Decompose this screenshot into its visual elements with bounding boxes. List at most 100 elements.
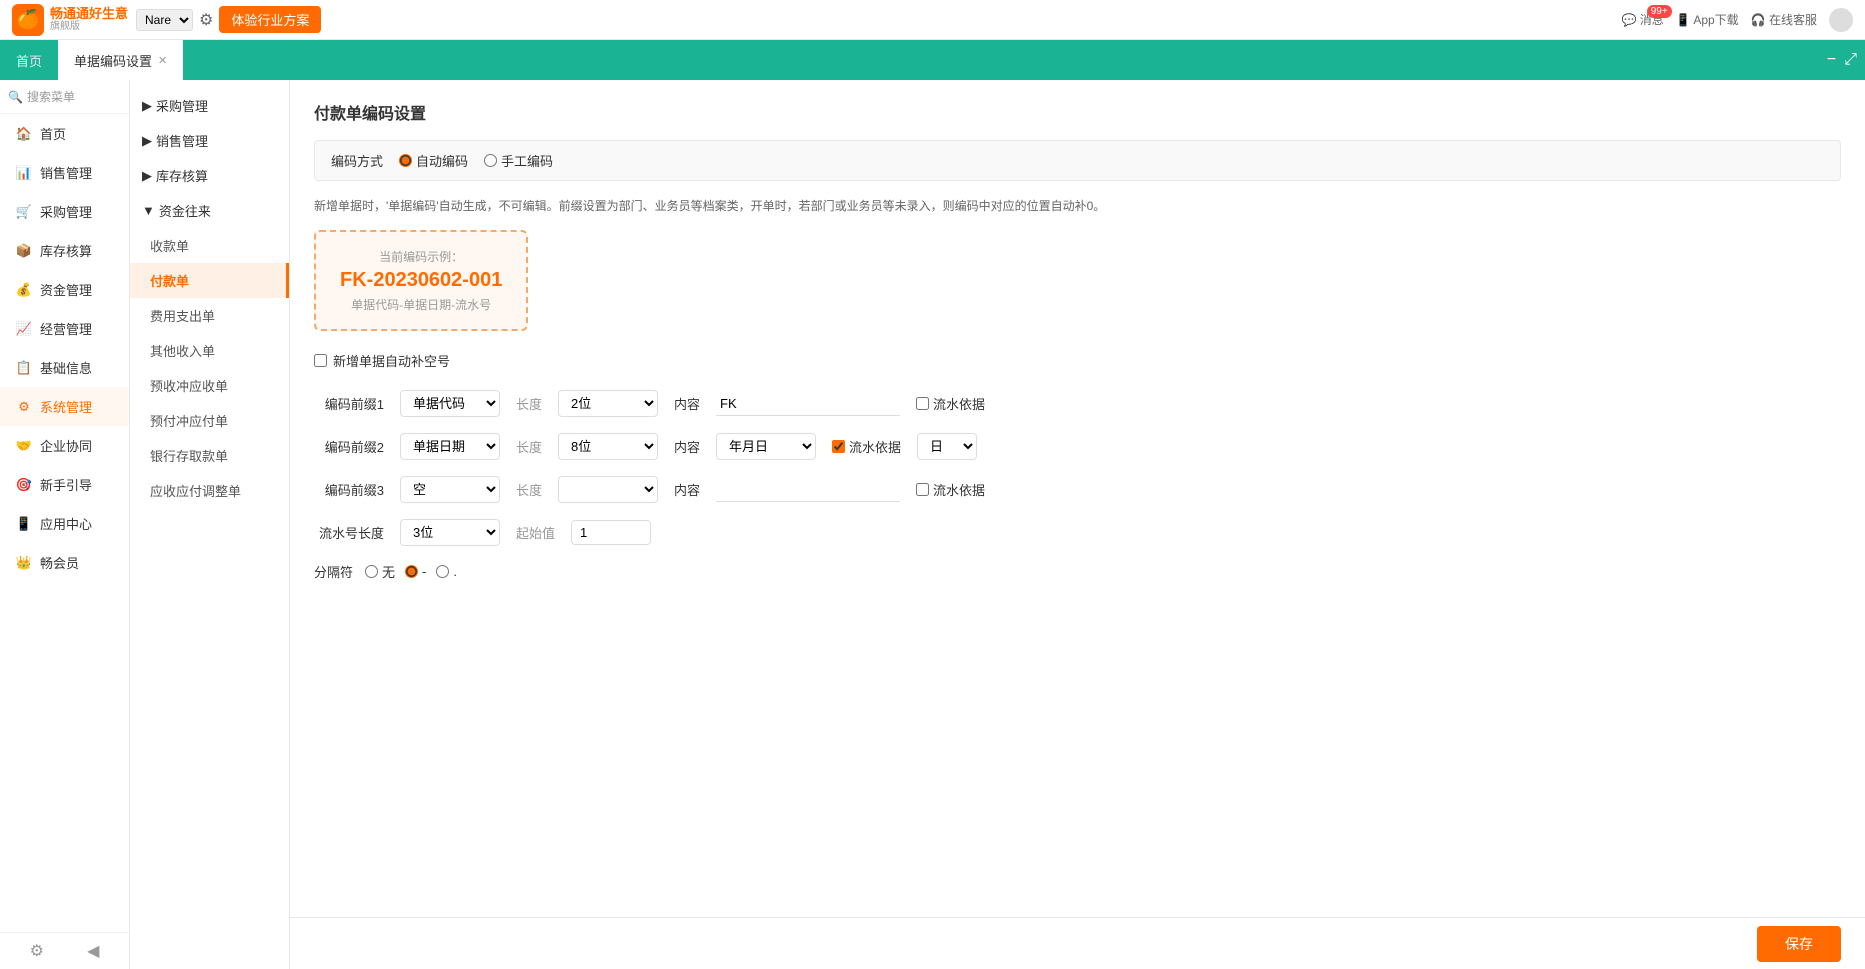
serial-length-label: 流水号长度 bbox=[314, 523, 384, 542]
sidebar-item-enterprise[interactable]: 🤝 企业协同 bbox=[0, 426, 129, 465]
auto-fill-checkbox[interactable] bbox=[314, 354, 327, 367]
sub-sidebar-purchase-toggle[interactable]: ▶ 采购管理 bbox=[130, 88, 289, 123]
sub-sidebar-inventory-toggle[interactable]: ▶ 库存核算 bbox=[130, 158, 289, 193]
prefix2-select[interactable]: 单据日期 部门 业务员 空 bbox=[400, 433, 500, 460]
preview-sub: 单据代码-单据日期-流水号 bbox=[340, 296, 502, 313]
sidebar-item-member[interactable]: 👑 畅会员 bbox=[0, 543, 129, 582]
prefix-row-3: 编码前缀3 空 部门 业务员 单据代码 长度 内容 bbox=[314, 476, 1841, 503]
sub-group-sales: ▶ 销售管理 bbox=[130, 123, 289, 158]
sep-dot-radio[interactable] bbox=[436, 565, 449, 578]
sidebar-item-system[interactable]: ⚙ 系统管理 bbox=[0, 387, 129, 426]
sidebar-collapse-button[interactable]: ◀ bbox=[87, 941, 99, 961]
sidebar-basics-label: 基础信息 bbox=[40, 358, 92, 377]
sidebar-item-basics[interactable]: 📋 基础信息 bbox=[0, 348, 129, 387]
company-select[interactable]: Nare bbox=[136, 9, 193, 31]
prefix1-flow-check-label[interactable]: 流水依据 bbox=[916, 394, 985, 413]
message-btn[interactable]: 💬 消息 99+ bbox=[1622, 11, 1664, 28]
prefix-row-1: 编码前缀1 单据代码 部门 业务员 空 长度 2位 3位 4位 5位 bbox=[314, 390, 1841, 417]
tab-close-icon[interactable]: ✕ bbox=[158, 54, 167, 67]
sub-sidebar-adjustment[interactable]: 应收应付调整单 bbox=[130, 473, 289, 508]
prefix2-length-select[interactable]: 4位 6位 8位 bbox=[558, 433, 658, 460]
prefix1-select[interactable]: 单据代码 部门 业务员 空 bbox=[400, 390, 500, 417]
prefix2-flow-label: 流水依据 bbox=[849, 437, 901, 456]
tab-maximize-button[interactable]: ⤢ bbox=[1844, 51, 1857, 69]
operations-icon: 📈 bbox=[16, 321, 32, 337]
sub-sidebar-expense[interactable]: 费用支出单 bbox=[130, 298, 289, 333]
tab-encoding-settings[interactable]: 单据编码设置 ✕ bbox=[58, 40, 183, 80]
prefix1-length-select[interactable]: 2位 3位 4位 5位 6位 bbox=[558, 390, 658, 417]
sidebar-item-operations[interactable]: 📈 经营管理 bbox=[0, 309, 129, 348]
sep-dot-label[interactable]: . bbox=[436, 564, 457, 579]
sub-sidebar-receipt[interactable]: 收款单 bbox=[130, 228, 289, 263]
start-value-input[interactable] bbox=[571, 520, 651, 545]
prefix3-flow-check-label[interactable]: 流水依据 bbox=[916, 480, 985, 499]
top-bar-controls: Nare ⚙ 体验行业方案 bbox=[136, 6, 321, 33]
sep-none-label[interactable]: 无 bbox=[365, 562, 395, 581]
prefix1-content-input[interactable] bbox=[716, 392, 900, 416]
prefix3-flow-checkbox[interactable] bbox=[916, 483, 929, 496]
auto-code-label: 自动编码 bbox=[416, 151, 468, 170]
prefix1-flow-checkbox[interactable] bbox=[916, 397, 929, 410]
settings-gear-button[interactable]: ⚙ bbox=[199, 10, 213, 30]
prefix2-content-select[interactable]: 年月日 年月 年 bbox=[716, 433, 816, 460]
sub-sidebar-prepay-offset[interactable]: 预收冲应收单 bbox=[130, 368, 289, 403]
finance-icon: 💰 bbox=[16, 282, 32, 298]
enterprise-icon: 🤝 bbox=[16, 438, 32, 454]
sub-sidebar-bank[interactable]: 银行存取款单 bbox=[130, 438, 289, 473]
sep-dash-label[interactable]: - bbox=[405, 564, 426, 579]
sidebar-purchase-label: 采购管理 bbox=[40, 202, 92, 221]
sub-sidebar-advance-offset[interactable]: 预付冲应付单 bbox=[130, 403, 289, 438]
prefix3-length-select[interactable] bbox=[558, 476, 658, 503]
sidebar-item-apps[interactable]: 📱 应用中心 bbox=[0, 504, 129, 543]
sub-sidebar-sales-toggle[interactable]: ▶ 销售管理 bbox=[130, 123, 289, 158]
serial-length-select[interactable]: 1位 2位 3位 4位 5位 6位 bbox=[400, 519, 500, 546]
tab-home[interactable]: 首页 bbox=[0, 40, 58, 80]
user-avatar[interactable] bbox=[1829, 8, 1853, 32]
main-layout: 🔍 搜索菜单 🏠 首页 📊 销售管理 🛒 采购管理 📦 库存核算 💰 资金管理 … bbox=[0, 80, 1865, 969]
sub-capital-label: 资金往来 bbox=[159, 201, 211, 220]
tab-minimize-button[interactable]: − bbox=[1827, 51, 1836, 69]
sidebar-item-home[interactable]: 🏠 首页 bbox=[0, 114, 129, 153]
sidebar-item-inventory[interactable]: 📦 库存核算 bbox=[0, 231, 129, 270]
sidebar-search[interactable]: 🔍 搜索菜单 bbox=[0, 80, 129, 114]
auto-code-radio-label[interactable]: 自动编码 bbox=[399, 151, 468, 170]
prefix3-label: 编码前缀3 bbox=[314, 480, 384, 499]
prefix3-select[interactable]: 空 部门 业务员 单据代码 bbox=[400, 476, 500, 503]
online-service-link[interactable]: 🎧 在线客服 bbox=[1751, 11, 1817, 28]
auto-fill-label: 新增单据自动补空号 bbox=[333, 351, 450, 370]
app-icon: 📱 bbox=[1676, 13, 1691, 27]
home-icon: 🏠 bbox=[16, 126, 32, 142]
sidebar-item-sales[interactable]: 📊 销售管理 bbox=[0, 153, 129, 192]
sub-sales-label: 销售管理 bbox=[156, 131, 208, 150]
sep-dash-radio[interactable] bbox=[405, 565, 418, 578]
inventory-icon: 📦 bbox=[16, 243, 32, 259]
preview-code: FK-20230602-001 bbox=[340, 269, 502, 292]
sidebar-settings-button[interactable]: ⚙ bbox=[30, 941, 44, 961]
sub-sidebar-payment[interactable]: 付款单 bbox=[130, 263, 289, 298]
prefix3-content-input[interactable] bbox=[716, 478, 900, 502]
app-download-link[interactable]: 📱 App下载 bbox=[1676, 11, 1739, 28]
sub-sidebar-other-income[interactable]: 其他收入单 bbox=[130, 333, 289, 368]
sidebar-home-label: 首页 bbox=[40, 124, 66, 143]
save-button[interactable]: 保存 bbox=[1757, 926, 1841, 962]
sub-sidebar-capital-toggle[interactable]: ▼ 资金往来 bbox=[130, 193, 289, 228]
prefix2-flow-unit-select[interactable]: 日 月 年 bbox=[917, 433, 977, 460]
tab-home-label: 首页 bbox=[16, 51, 42, 70]
prefix2-flow-checkbox[interactable] bbox=[832, 440, 845, 453]
app-label: App下载 bbox=[1693, 13, 1738, 27]
auto-code-radio[interactable] bbox=[399, 154, 412, 167]
sidebar-system-label: 系统管理 bbox=[40, 397, 92, 416]
sep-none-radio[interactable] bbox=[365, 565, 378, 578]
prefix2-length-label: 长度 bbox=[516, 437, 542, 456]
prefix2-flow-check-label[interactable]: 流水依据 bbox=[832, 437, 901, 456]
service-icon: 🎧 bbox=[1751, 13, 1766, 27]
guide-icon: 🎯 bbox=[16, 477, 32, 493]
sidebar-item-purchase[interactable]: 🛒 采购管理 bbox=[0, 192, 129, 231]
manual-code-radio-label[interactable]: 手工编码 bbox=[484, 151, 553, 170]
sidebar-item-finance[interactable]: 💰 资金管理 bbox=[0, 270, 129, 309]
sidebar-item-guide[interactable]: 🎯 新手引导 bbox=[0, 465, 129, 504]
sub-sales-arrow: ▶ bbox=[142, 133, 152, 149]
sub-purchase-arrow: ▶ bbox=[142, 98, 152, 114]
manual-code-radio[interactable] bbox=[484, 154, 497, 167]
trial-button[interactable]: 体验行业方案 bbox=[219, 6, 321, 33]
